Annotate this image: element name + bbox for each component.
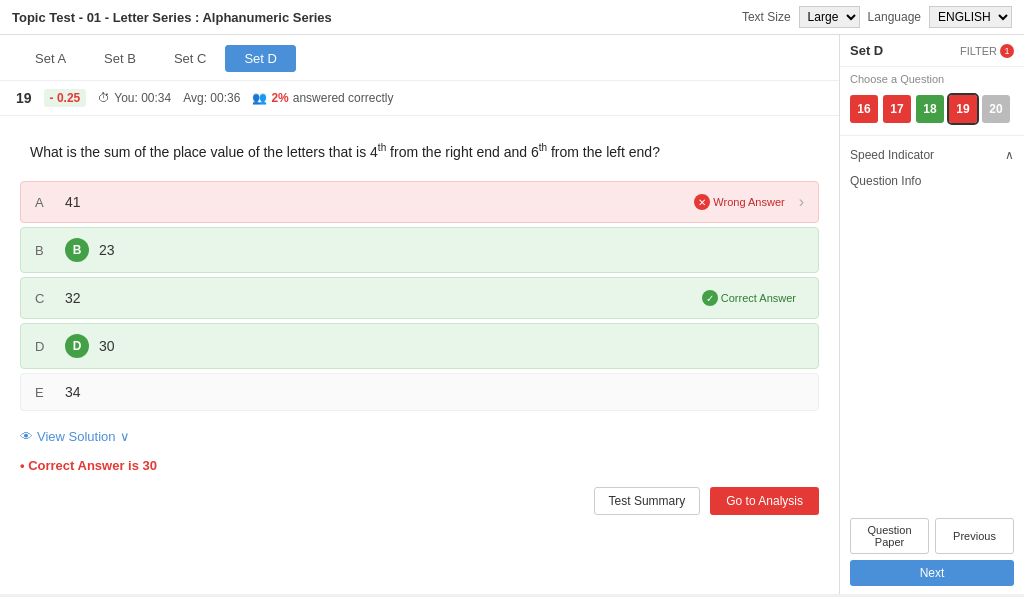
question-text: What is the sum of the place value of th… xyxy=(0,116,839,173)
correct-icon: ✓ xyxy=(702,290,718,306)
text-size-select[interactable]: Large xyxy=(799,6,860,28)
main-layout: Set A Set B Set C Set D 19 - 0.25 ⏱ You:… xyxy=(0,35,1024,594)
question-number: 19 xyxy=(16,90,32,106)
answered-pct: 2% xyxy=(271,91,288,105)
options-list: A 41 ✕ Wrong Answer › B B 23 C 32 ✓ xyxy=(0,173,839,419)
option-d-circle: D xyxy=(65,334,89,358)
speed-indicator-section[interactable]: Speed Indicator ∧ xyxy=(840,142,1024,168)
option-d-letter: D xyxy=(35,339,51,354)
q-num-16[interactable]: 16 xyxy=(850,95,878,123)
question-numbers: 16 17 18 19 20 xyxy=(840,89,1024,129)
option-b-letter: B xyxy=(35,243,51,258)
go-analysis-button[interactable]: Go to Analysis xyxy=(710,487,819,515)
footer-row: Test Summary Go to Analysis xyxy=(0,481,839,521)
next-button[interactable]: Next xyxy=(850,560,1014,586)
question-score: - 0.25 xyxy=(44,89,87,107)
timer-icon: ⏱ xyxy=(98,91,110,105)
q-num-20[interactable]: 20 xyxy=(982,95,1010,123)
chevron-right-icon: › xyxy=(799,193,804,211)
option-a-value: 41 xyxy=(65,194,686,210)
language-select[interactable]: ENGLISH xyxy=(929,6,1012,28)
option-e-value: 34 xyxy=(65,384,804,400)
eye-icon: 👁 xyxy=(20,429,33,444)
left-panel: Set A Set B Set C Set D 19 - 0.25 ⏱ You:… xyxy=(0,35,839,594)
option-b-value: 23 xyxy=(99,242,804,258)
option-d[interactable]: D D 30 xyxy=(20,323,819,369)
q-num-19[interactable]: 19 xyxy=(949,95,977,123)
option-a[interactable]: A 41 ✕ Wrong Answer › xyxy=(20,181,819,223)
option-c-value: 32 xyxy=(65,290,694,306)
divider xyxy=(840,135,1024,136)
you-time: You: 00:34 xyxy=(114,91,171,105)
option-d-value: 30 xyxy=(99,338,804,354)
right-panel-buttons: Question Paper Previous Next xyxy=(840,510,1024,594)
option-a-letter: A xyxy=(35,195,51,210)
q-num-17[interactable]: 17 xyxy=(883,95,911,123)
set-tab-a[interactable]: Set A xyxy=(16,45,85,72)
wrong-icon: ✕ xyxy=(694,194,710,210)
filter-badge: 1 xyxy=(1000,44,1014,58)
correct-answer-value: 30 xyxy=(143,458,157,473)
bottom-actions: 👁 View Solution ∨ xyxy=(0,419,839,454)
filter-button[interactable]: FILTER 1 xyxy=(960,44,1014,58)
previous-button[interactable]: Previous xyxy=(935,518,1014,554)
correct-answer-badge: ✓ Correct Answer xyxy=(694,288,804,308)
choose-question-label: Choose a Question xyxy=(840,67,1024,89)
set-tab-d[interactable]: Set D xyxy=(225,45,296,72)
correct-answer-line: • Correct Answer is 30 xyxy=(0,454,839,481)
question-paper-button[interactable]: Question Paper xyxy=(850,518,929,554)
wrong-answer-badge: ✕ Wrong Answer xyxy=(686,192,792,212)
set-tab-c[interactable]: Set C xyxy=(155,45,226,72)
option-b[interactable]: B B 23 xyxy=(20,227,819,273)
question-info-section[interactable]: Question Info xyxy=(840,168,1024,194)
language-label: Language xyxy=(868,10,921,24)
option-c-letter: C xyxy=(35,291,51,306)
text-size-label: Text Size xyxy=(742,10,791,24)
chevron-up-icon: ∧ xyxy=(1005,148,1014,162)
set-tab-b[interactable]: Set B xyxy=(85,45,155,72)
top-bar: Topic Test - 01 - Letter Series : Alphan… xyxy=(0,0,1024,35)
question-timer: ⏱ You: 00:34 xyxy=(98,91,171,105)
right-panel-header: Set D FILTER 1 xyxy=(840,35,1024,67)
option-e[interactable]: E 34 xyxy=(20,373,819,411)
q-num-18[interactable]: 18 xyxy=(916,95,944,123)
right-panel-title: Set D xyxy=(850,43,883,58)
answered-stat: 👥 2% answered correctly xyxy=(252,91,393,105)
option-b-circle: B xyxy=(65,238,89,262)
top-bar-controls: Text Size Large Language ENGLISH xyxy=(742,6,1012,28)
view-solution-button[interactable]: 👁 View Solution ∨ xyxy=(20,429,130,444)
people-icon: 👥 xyxy=(252,91,267,105)
option-c[interactable]: C 32 ✓ Correct Answer xyxy=(20,277,819,319)
test-summary-button[interactable]: Test Summary xyxy=(594,487,701,515)
page-title: Topic Test - 01 - Letter Series : Alphan… xyxy=(12,10,332,25)
avg-time: Avg: 00:36 xyxy=(183,91,240,105)
sets-row: Set A Set B Set C Set D xyxy=(0,35,839,81)
option-e-letter: E xyxy=(35,385,51,400)
answered-label: answered correctly xyxy=(293,91,394,105)
right-panel: Set D FILTER 1 Choose a Question 16 17 1… xyxy=(839,35,1024,594)
question-meta: 19 - 0.25 ⏱ You: 00:34 Avg: 00:36 👥 2% a… xyxy=(0,81,839,116)
